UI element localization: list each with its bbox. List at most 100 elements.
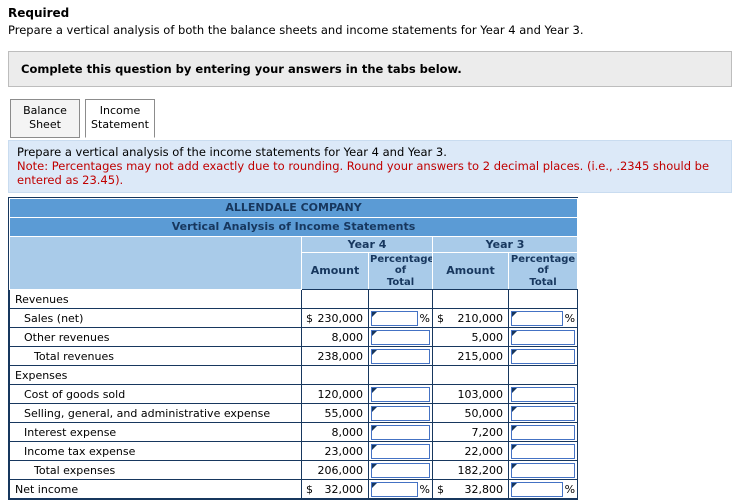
pct-header-y4-line2: Total [386, 276, 415, 288]
amount-value: 8,000 [331, 330, 364, 344]
answer-input-box [371, 424, 430, 440]
pct-header-y4-line1: Percentage of [370, 253, 433, 277]
answer-input-box [371, 310, 418, 326]
amount-value: 120,000 [317, 387, 364, 401]
row-label: Other revenues [9, 327, 302, 348]
percentage-input-y4[interactable] [372, 464, 429, 478]
amount-cell-y3 [432, 289, 509, 310]
row-label: Net income [9, 479, 302, 500]
percentage-cell-y3 [507, 327, 579, 348]
instruction-banner: Complete this question by entering your … [8, 51, 732, 87]
amount-value: 50,000 [464, 406, 504, 420]
percentage-input-y3[interactable] [512, 445, 575, 459]
amount-header-y4: Amount [301, 251, 369, 291]
amount-value: 7,200 [471, 425, 504, 439]
panel-note: Note: Percentages may not add exactly du… [17, 158, 710, 188]
table-row: Revenues [9, 289, 579, 310]
percentage-input-y4[interactable] [372, 407, 429, 421]
analysis-table: ALLENDALE COMPANY Vertical Analysis of I… [8, 197, 579, 500]
percentage-input-y3[interactable] [512, 331, 575, 345]
currency-symbol: $ [437, 311, 444, 325]
table-row: Interest expense 8,000 7,200 [9, 422, 579, 443]
company-name: ALLENDALE COMPANY [8, 197, 579, 218]
percentage-input-y3[interactable] [512, 350, 575, 364]
amount-cell-y4 [301, 289, 369, 310]
panel-instruction: Prepare a vertical analysis of the incom… [17, 144, 447, 159]
percentage-cell-y4 [368, 403, 433, 424]
percentage-cell-y3 [507, 422, 579, 443]
percentage-input-y3[interactable] [512, 426, 575, 440]
year3-header: Year 3 [431, 235, 579, 253]
percentage-input-y4[interactable] [372, 350, 429, 364]
amount-value: 22,000 [464, 444, 504, 458]
answer-input-box [511, 481, 563, 497]
percentage-cell-y4 [368, 441, 433, 462]
corner-cell [9, 235, 302, 291]
percentage-cell-y4 [368, 327, 433, 348]
table-row: Income tax expense 23,000 22,000 [9, 441, 579, 462]
tab-income-statement[interactable]: Income Statement [85, 99, 155, 138]
table-subtitle: Vertical Analysis of Income Statements [8, 216, 579, 237]
amount-cell-y4: $32,000 [301, 479, 369, 500]
answer-input-box [371, 462, 430, 478]
amount-value: 230,000 [317, 311, 364, 325]
table-row: Other revenues 8,000 5,000 [9, 327, 579, 348]
percentage-input-y4[interactable] [372, 445, 429, 459]
amount-cell-y3: 103,000 [432, 384, 509, 405]
analysis-table-wrapper: ALLENDALE COMPANY Vertical Analysis of I… [8, 196, 579, 500]
amount-cell-y4: $230,000 [301, 308, 369, 329]
amount-cell-y3: 182,200 [432, 460, 509, 481]
percentage-input-y3[interactable] [512, 407, 575, 421]
percent-sign: % [564, 311, 576, 325]
percentage-input-y4[interactable] [372, 312, 417, 326]
percentage-input-y3[interactable] [512, 388, 575, 402]
page: Required Prepare a vertical analysis of … [0, 0, 740, 500]
amount-value: 238,000 [317, 349, 364, 363]
percentage-input-y4[interactable] [372, 331, 429, 345]
currency-symbol: $ [306, 311, 313, 325]
amount-cell-y3: $210,000 [432, 308, 509, 329]
row-label: Interest expense [9, 422, 302, 443]
amount-value: 215,000 [457, 349, 504, 363]
amount-cell-y4: 238,000 [301, 346, 369, 367]
percentage-cell-y4: % [368, 308, 433, 329]
amount-cell-y4: 120,000 [301, 384, 369, 405]
answer-input-box [371, 348, 430, 364]
percentage-cell-y3 [507, 346, 579, 367]
percentage-input-y3[interactable] [512, 483, 562, 497]
answer-input-box [371, 405, 430, 421]
table-row: Net income $32,000% $32,800% [9, 479, 579, 500]
amount-cell-y4 [301, 365, 369, 386]
percentage-input-y3[interactable] [512, 312, 562, 326]
tab-balance-sheet[interactable]: Balance Sheet [10, 99, 80, 138]
amount-cell-y4: 8,000 [301, 422, 369, 443]
percentage-cell-y4 [368, 365, 433, 386]
percentage-cell-y4 [368, 460, 433, 481]
percentage-cell-y4 [368, 384, 433, 405]
amount-value: 5,000 [471, 330, 504, 344]
pct-header-y4: Percentage of Total [368, 251, 433, 291]
row-label: Total revenues [9, 346, 302, 367]
tab-income-statement-label: Income Statement [91, 104, 149, 132]
amount-header-y3: Amount [432, 251, 509, 291]
percentage-input-y4[interactable] [372, 426, 429, 440]
answer-input-box [511, 386, 576, 402]
amount-cell-y4: 8,000 [301, 327, 369, 348]
answer-input-box [371, 329, 430, 345]
amount-value: 182,200 [457, 463, 504, 477]
amount-cell-y3: 5,000 [432, 327, 509, 348]
amount-cell-y3: $32,800 [432, 479, 509, 500]
percentage-cell-y3 [507, 460, 579, 481]
amount-value: 55,000 [324, 406, 364, 420]
pct-header-y3-line2: Total [529, 276, 557, 288]
percentage-input-y3[interactable] [512, 464, 575, 478]
answer-input-box [511, 310, 563, 326]
percentage-input-y4[interactable] [372, 388, 429, 402]
answer-input-box [511, 329, 576, 345]
answer-input-box [371, 481, 418, 497]
percentage-cell-y3 [507, 289, 579, 310]
percentage-input-y4[interactable] [372, 483, 417, 497]
row-label: Sales (net) [9, 308, 302, 329]
tab-balance-sheet-label: Balance Sheet [23, 104, 67, 132]
percentage-cell-y3 [507, 441, 579, 462]
